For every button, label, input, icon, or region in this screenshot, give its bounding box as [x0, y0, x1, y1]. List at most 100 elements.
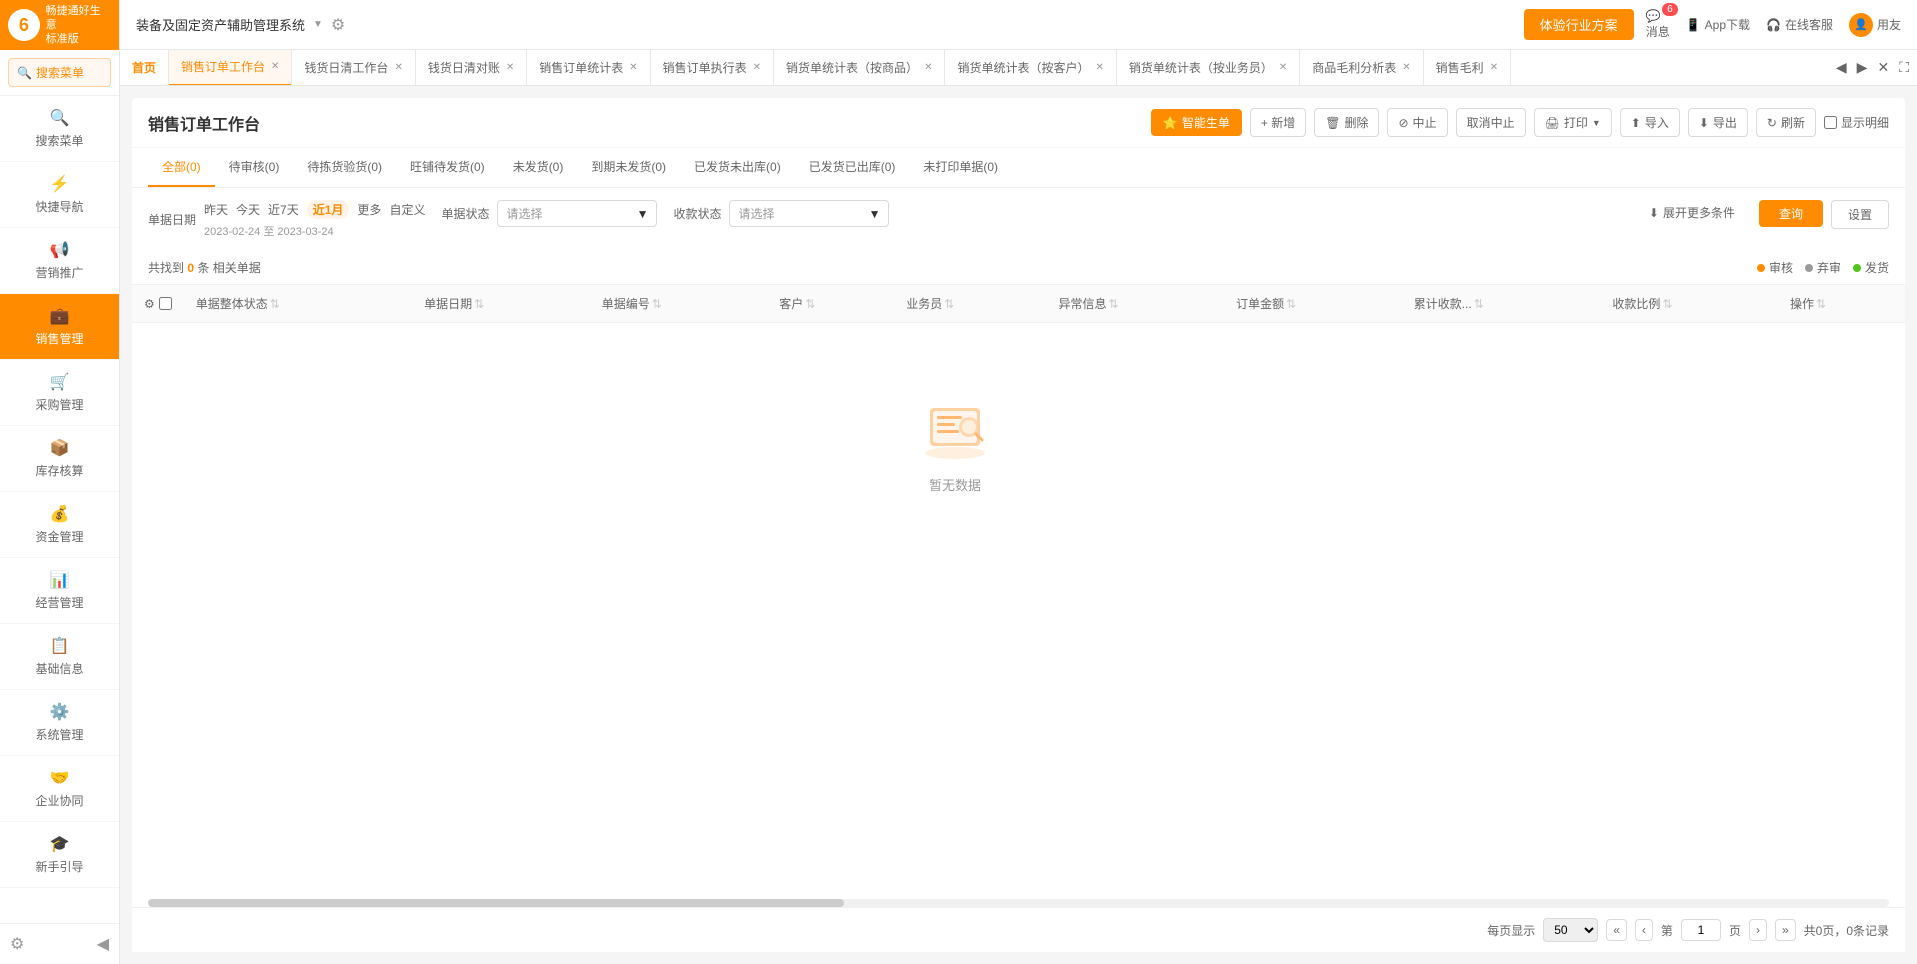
sidebar-item-search[interactable]: 🔍搜索菜单: [0, 96, 119, 162]
date-option-今天[interactable]: 今天: [236, 201, 260, 218]
collapse-sidebar-button[interactable]: ◀: [97, 934, 109, 954]
sidebar-item-guide[interactable]: 🎓新手引导: [0, 822, 119, 888]
tab-gross-profit[interactable]: 商品毛利分析表✕: [1300, 50, 1423, 86]
tab-fullscreen-button[interactable]: ⛶: [1895, 57, 1913, 78]
filter-tab-wangpu-pending[interactable]: 旺铺待发货(0): [396, 148, 499, 187]
filter-tab-not-printed[interactable]: 未打印单据(0): [909, 148, 1012, 187]
tab-close-sales-workbench[interactable]: ✕: [271, 61, 279, 72]
refresh-button[interactable]: ↻刷新: [1756, 108, 1816, 137]
show-detail-checkbox[interactable]: [1824, 116, 1837, 129]
message-button[interactable]: 💬 消息 6: [1646, 9, 1670, 40]
date-option-更多[interactable]: 更多: [357, 201, 381, 218]
last-page-button[interactable]: »: [1775, 919, 1796, 941]
filter-tab-not-shipped[interactable]: 未发货(0): [499, 148, 578, 187]
filter-tab-all[interactable]: 全部(0): [148, 148, 215, 187]
smart-generate-button[interactable]: ⭐ 智能生单: [1151, 109, 1242, 136]
expand-filters-button[interactable]: ⬇ 展开更多条件: [1641, 200, 1743, 225]
tab-sales-gross[interactable]: 销售毛利✕: [1424, 50, 1511, 86]
payment-select[interactable]: 请选择 ▼: [729, 200, 889, 227]
sidebar-item-basic[interactable]: 📋基础信息: [0, 624, 119, 690]
solution-button[interactable]: 体验行业方案: [1524, 9, 1634, 40]
tab-close-gross-profit[interactable]: ✕: [1402, 62, 1410, 73]
quick-action-发货[interactable]: 发货: [1853, 259, 1889, 276]
tab-close-sales-stat-staff[interactable]: ✕: [1279, 62, 1287, 73]
tab-sales-stat[interactable]: 销售订单统计表✕: [527, 50, 650, 86]
sidebar-item-system[interactable]: ⚙️系统管理: [0, 690, 119, 756]
prev-page-button[interactable]: ‹: [1635, 919, 1653, 941]
date-option-自定义[interactable]: 自定义: [389, 201, 425, 218]
sort-icon-amount[interactable]: ⇅: [1286, 297, 1296, 311]
sort-icon-exception[interactable]: ⇅: [1108, 297, 1118, 311]
print-button[interactable]: 🖨打印▼: [1534, 108, 1612, 137]
sidebar-item-sales[interactable]: 💼销售管理: [0, 294, 119, 360]
tab-home[interactable]: 首页: [120, 50, 169, 86]
tab-cash-reconcile[interactable]: 钱货日清对账✕: [416, 50, 527, 86]
stop-button[interactable]: ⊘中止: [1387, 108, 1447, 137]
page-input[interactable]: [1681, 919, 1721, 941]
date-option-近7天[interactable]: 近7天: [268, 201, 299, 218]
tab-close-sales-stat-product[interactable]: ✕: [924, 62, 932, 73]
sidebar-item-inventory[interactable]: 📦库存核算: [0, 426, 119, 492]
quick-action-弃审[interactable]: 弃审: [1805, 259, 1841, 276]
tab-sales-exec[interactable]: 销售订单执行表✕: [651, 50, 774, 86]
tab-sales-workbench[interactable]: 销售订单工作台✕: [169, 50, 292, 86]
col-settings-icon[interactable]: ⚙: [144, 297, 155, 311]
tab-prev-button[interactable]: ◀: [1832, 57, 1851, 78]
filter-tab-pending-inspect[interactable]: 待拣货验货(0): [293, 148, 396, 187]
horizontal-scrollbar[interactable]: [148, 899, 1889, 907]
tab-close-all-button[interactable]: ✕: [1873, 57, 1893, 78]
delete-button[interactable]: 🗑删除: [1314, 108, 1379, 137]
tab-close-cash-reconcile[interactable]: ✕: [506, 62, 514, 73]
status-select[interactable]: 请选择 ▼: [497, 200, 657, 227]
sort-icon-actions[interactable]: ⇅: [1816, 297, 1826, 311]
sidebar-item-operations[interactable]: 📊经营管理: [0, 558, 119, 624]
sidebar-item-marketing[interactable]: 📢营销推广: [0, 228, 119, 294]
sidebar-item-purchase[interactable]: 🛒采购管理: [0, 360, 119, 426]
app-download-button[interactable]: 📱 App下载: [1686, 16, 1750, 33]
page-size-select[interactable]: 102050100: [1543, 918, 1598, 942]
tab-close-sales-stat[interactable]: ✕: [629, 62, 637, 73]
next-page-button[interactable]: ›: [1749, 919, 1767, 941]
tab-next-button[interactable]: ▶: [1853, 57, 1872, 78]
sort-icon-received[interactable]: ⇅: [1474, 297, 1484, 311]
filter-tab-pending-review[interactable]: 待审核(0): [215, 148, 294, 187]
settings-footer-button[interactable]: ⚙: [10, 934, 24, 954]
tab-sales-stat-product[interactable]: 销货单统计表（按商品）✕: [774, 50, 945, 86]
settings-icon[interactable]: ⚙: [331, 15, 345, 35]
search-menu-button[interactable]: 🔍 搜索菜单: [8, 58, 111, 87]
tab-close-sales-exec[interactable]: ✕: [753, 62, 761, 73]
first-page-button[interactable]: «: [1606, 919, 1627, 941]
tab-close-sales-stat-customer[interactable]: ✕: [1095, 62, 1103, 73]
filter-tab-expired-not-shipped[interactable]: 到期未发货(0): [577, 148, 680, 187]
filter-setting-button[interactable]: 设置: [1831, 200, 1889, 229]
date-option-近1月[interactable]: 近1月: [307, 200, 350, 219]
cancel-stop-button[interactable]: 取消中止: [1456, 108, 1526, 137]
sidebar-item-finance[interactable]: 💰资金管理: [0, 492, 119, 558]
filter-tab-shipped-not-in[interactable]: 已发货未出库(0): [680, 148, 795, 187]
sort-icon-number[interactable]: ⇅: [652, 297, 662, 311]
online-service-button[interactable]: 🎧 在线客服: [1766, 16, 1833, 33]
sort-icon-ratio[interactable]: ⇅: [1662, 297, 1672, 311]
date-option-昨天[interactable]: 昨天: [204, 201, 228, 218]
sort-icon-staff[interactable]: ⇅: [944, 297, 954, 311]
sort-icon-customer[interactable]: ⇅: [805, 297, 815, 311]
user-menu-button[interactable]: 👤 用友: [1849, 13, 1901, 37]
quick-action-审核[interactable]: 审核: [1757, 259, 1793, 276]
export-button[interactable]: ⬇导出: [1688, 108, 1748, 137]
import-button[interactable]: ⬆导入: [1620, 108, 1680, 137]
tab-close-cash-daily[interactable]: ✕: [394, 62, 402, 73]
tab-sales-stat-customer[interactable]: 销货单统计表（按客户）✕: [945, 50, 1116, 86]
sidebar-item-collab[interactable]: 🤝企业协同: [0, 756, 119, 822]
show-detail-label[interactable]: 显示明细: [1824, 114, 1889, 131]
tab-sales-stat-staff[interactable]: 销货单统计表（按业务员）✕: [1117, 50, 1300, 86]
query-button[interactable]: 查询: [1759, 200, 1823, 227]
tab-cash-daily[interactable]: 钱货日清工作台✕: [292, 50, 415, 86]
new-button[interactable]: + 新增: [1250, 108, 1306, 137]
sidebar-item-quicknav[interactable]: ⚡快捷导航: [0, 162, 119, 228]
sort-icon-date[interactable]: ⇅: [474, 297, 484, 311]
filter-tab-shipped-out[interactable]: 已发货已出库(0): [795, 148, 910, 187]
scrollbar-thumb[interactable]: [148, 899, 844, 907]
tab-close-sales-gross[interactable]: ✕: [1490, 62, 1498, 73]
sort-icon-status[interactable]: ⇅: [270, 297, 280, 311]
select-all-checkbox[interactable]: [159, 297, 172, 310]
